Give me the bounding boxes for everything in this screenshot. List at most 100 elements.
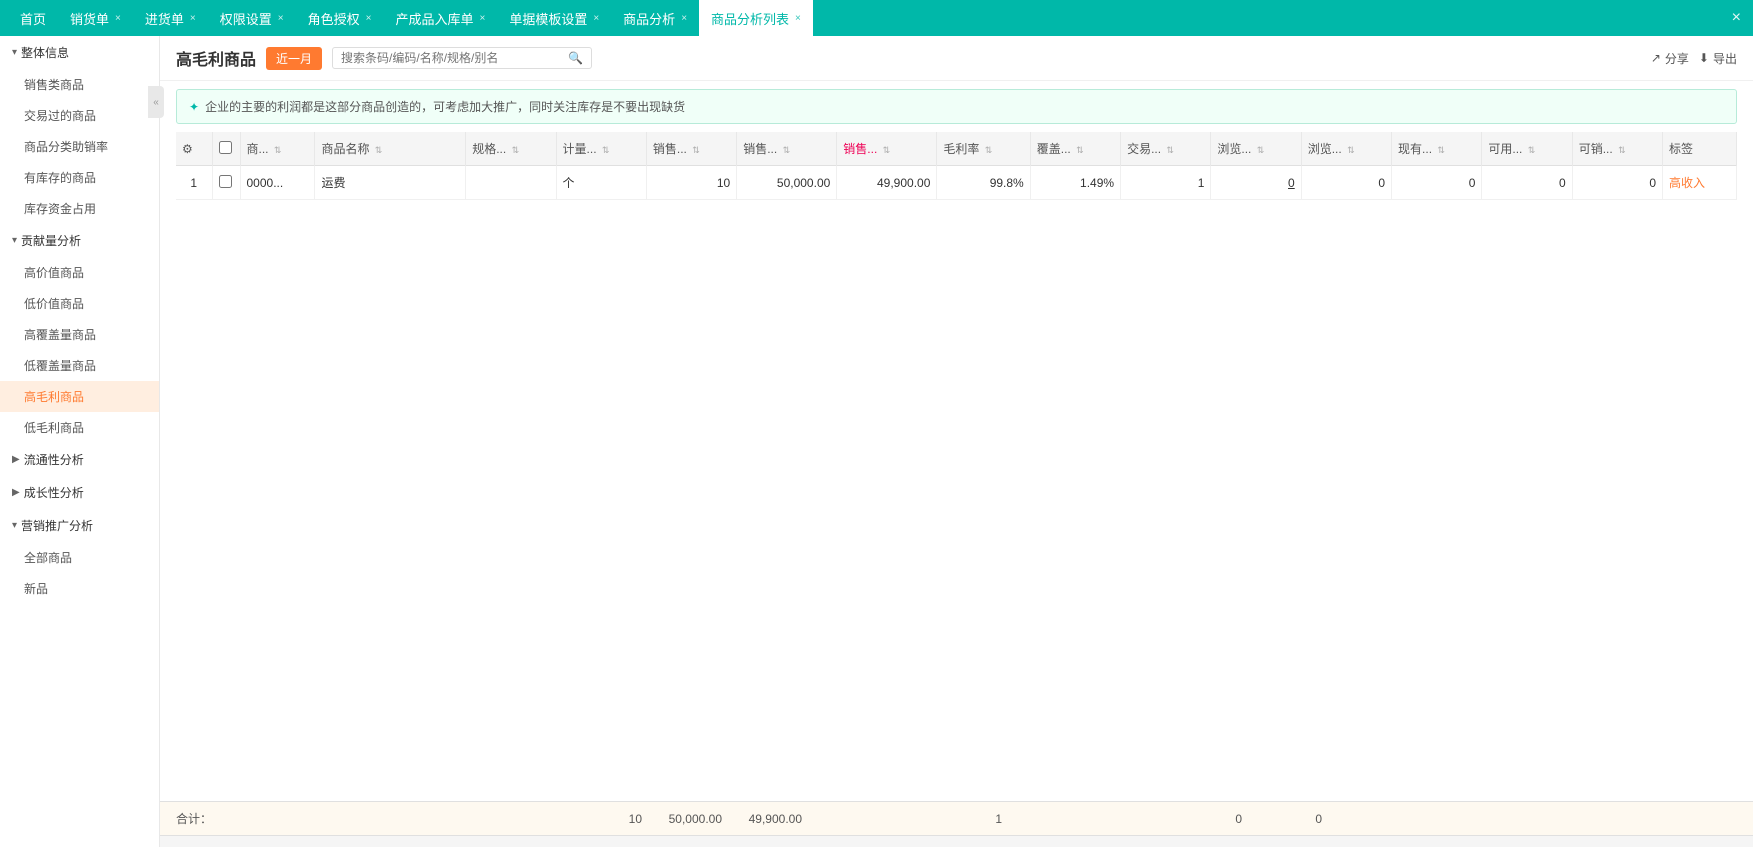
th-saleable[interactable]: 可销... ⇅ (1572, 132, 1662, 166)
footer-empty3 (1088, 812, 1168, 826)
sidebar-item-sale-goods[interactable]: 销售类商品 (0, 69, 159, 100)
nav-permission-label: 权限设置 (220, 9, 272, 28)
sort-available-icon: ⇅ (1528, 145, 1536, 155)
nav-role-close[interactable]: × (366, 13, 372, 24)
sidebar: ▾ 整体信息 销售类商品 交易过的商品 商品分类助销率 有库存的商品 库存资金占… (0, 36, 160, 847)
nav-sales-close[interactable]: × (115, 13, 121, 24)
sidebar-group-liquidity[interactable]: ▶ 流通性分析 (0, 443, 159, 476)
nav-purchase-close[interactable]: × (190, 13, 196, 24)
liquidity-arrow-icon: ▶ (12, 454, 20, 465)
sidebar-item-high-margin[interactable]: 高毛利商品 (0, 381, 159, 412)
export-btn[interactable]: ⬇ 导出 (1699, 50, 1737, 67)
sidebar-group-overview[interactable]: ▾ 整体信息 (0, 36, 159, 69)
table-footer: 合计： 10 50,000.00 49,900.00 1 (160, 801, 1753, 835)
sidebar-item-low-coverage[interactable]: 低覆盖量商品 (0, 350, 159, 381)
nav-purchase[interactable]: 进货单 × (133, 0, 208, 36)
footer-cells: 10 50,000.00 49,900.00 1 0 0 (228, 812, 1328, 826)
info-banner-text: 企业的主要的利润都是这部分商品创造的，可考虑加大推广，同时关注库存是不要出现缺货 (205, 98, 685, 115)
nav-role[interactable]: 角色授权 × (296, 0, 384, 36)
nav-stock-in[interactable]: 产成品入库单 × (383, 0, 497, 36)
sidebar-item-all-goods[interactable]: 全部商品 (0, 542, 159, 573)
sidebar-item-high-value[interactable]: 高价值商品 (0, 257, 159, 288)
nav-template-close[interactable]: × (593, 13, 599, 24)
footer-empty2 (1008, 812, 1088, 826)
share-btn[interactable]: ↗ 分享 (1651, 50, 1689, 67)
th-coverage[interactable]: 覆盖... ⇅ (1030, 132, 1120, 166)
search-input[interactable] (341, 51, 568, 65)
nav-home[interactable]: 首页 (8, 0, 58, 36)
th-current[interactable]: 现有... ⇅ (1392, 132, 1482, 166)
th-sale-qty[interactable]: 销售... ⇅ (646, 132, 736, 166)
growth-group-label: 成长性分析 (24, 484, 84, 501)
th-tag[interactable]: 标签 (1663, 132, 1737, 166)
th-checkbox[interactable] (212, 132, 240, 166)
contribution-arrow-icon: ▾ (12, 235, 17, 246)
th-unit[interactable]: 计量... ⇅ (556, 132, 646, 166)
sort-view1-icon: ⇅ (1257, 145, 1265, 155)
share-label: 分享 (1665, 50, 1689, 67)
sidebar-item-low-margin[interactable]: 低毛利商品 (0, 412, 159, 443)
th-code[interactable]: 商... ⇅ (240, 132, 315, 166)
window-close-btn[interactable]: × (1732, 9, 1741, 27)
nav-template-label: 单据模板设置 (509, 9, 587, 28)
sidebar-item-high-coverage[interactable]: 高覆盖量商品 (0, 319, 159, 350)
sidebar-group-marketing[interactable]: ▾ 营销推广分析 (0, 509, 159, 542)
filter-recent-month-btn[interactable]: 近一月 (266, 47, 322, 70)
bottom-scrollbar[interactable] (160, 835, 1753, 847)
info-icon: ✦ (189, 100, 199, 114)
search-icon[interactable]: 🔍 (568, 51, 583, 65)
th-trade[interactable]: 交易... ⇅ (1121, 132, 1211, 166)
main-layout: ▾ 整体信息 销售类商品 交易过的商品 商品分类助销率 有库存的商品 库存资金占… (0, 36, 1753, 847)
nav-analysis-list[interactable]: 商品分析列表 × (699, 0, 813, 36)
row-checkbox[interactable] (219, 175, 232, 188)
contribution-group-label: 贡献量分析 (21, 232, 81, 249)
sidebar-item-stock-goods[interactable]: 有库存的商品 (0, 162, 159, 193)
th-view1[interactable]: 浏览... ⇅ (1211, 132, 1301, 166)
sidebar-item-category-rate[interactable]: 商品分类助销率 (0, 131, 159, 162)
th-name[interactable]: 商品名称 ⇅ (315, 132, 466, 166)
liquidity-group-label: 流通性分析 (24, 451, 84, 468)
sidebar-group-growth[interactable]: ▶ 成长性分析 (0, 476, 159, 509)
sort-unit-icon: ⇅ (602, 145, 610, 155)
search-box: 🔍 (332, 47, 592, 69)
th-spec[interactable]: 规格... ⇅ (466, 132, 556, 166)
export-icon: ⬇ (1699, 51, 1709, 65)
sidebar-item-stock-capital[interactable]: 库存资金占用 (0, 193, 159, 224)
nav-sales[interactable]: 销货单 × (58, 0, 133, 36)
th-available[interactable]: 可用... ⇅ (1482, 132, 1572, 166)
td-checkbox[interactable] (212, 166, 240, 200)
select-all-checkbox[interactable] (219, 141, 232, 154)
sidebar-group-contribution[interactable]: ▾ 贡献量分析 (0, 224, 159, 257)
nav-stock-in-close[interactable]: × (479, 13, 485, 24)
sidebar-item-low-value[interactable]: 低价值商品 (0, 288, 159, 319)
nav-permission-close[interactable]: × (278, 13, 284, 24)
th-gross-rate[interactable]: 毛利率 ⇅ (937, 132, 1030, 166)
td-sale-amt: 50,000.00 (737, 166, 837, 200)
th-view2[interactable]: 浏览... ⇅ (1301, 132, 1391, 166)
td-name[interactable]: 运费 (315, 166, 466, 200)
td-tag: 高收入 (1663, 166, 1737, 200)
td-view2: 0 (1301, 166, 1391, 200)
nav-template[interactable]: 单据模板设置 × (497, 0, 611, 36)
nav-analysis-label: 商品分析 (623, 9, 675, 28)
td-spec (466, 166, 556, 200)
th-settings[interactable]: ⚙ (176, 132, 212, 166)
nav-analysis-list-close[interactable]: × (795, 13, 801, 24)
td-current: 0 (1392, 166, 1482, 200)
nav-analysis[interactable]: 商品分析 × (611, 0, 699, 36)
sidebar-item-traded-goods[interactable]: 交易过的商品 (0, 100, 159, 131)
sort-view2-icon: ⇅ (1347, 145, 1355, 155)
footer-sale-cost: 49,900.00 (728, 812, 808, 826)
th-sale-cost[interactable]: 销售... ⇅ (837, 132, 937, 166)
sort-coverage-icon: ⇅ (1076, 145, 1084, 155)
sidebar-collapse-btn[interactable]: « (148, 86, 164, 118)
footer-empty1 (808, 812, 928, 826)
nav-analysis-list-label: 商品分析列表 (711, 9, 789, 28)
nav-analysis-close[interactable]: × (681, 13, 687, 24)
td-sale-cost: 49,900.00 (837, 166, 937, 200)
th-sale-amt[interactable]: 销售... ⇅ (737, 132, 837, 166)
nav-permission[interactable]: 权限设置 × (208, 0, 296, 36)
sidebar-item-new-goods[interactable]: 新品 (0, 573, 159, 604)
td-view1[interactable]: 0 (1211, 166, 1301, 200)
nav-sales-label: 销货单 (70, 9, 109, 28)
